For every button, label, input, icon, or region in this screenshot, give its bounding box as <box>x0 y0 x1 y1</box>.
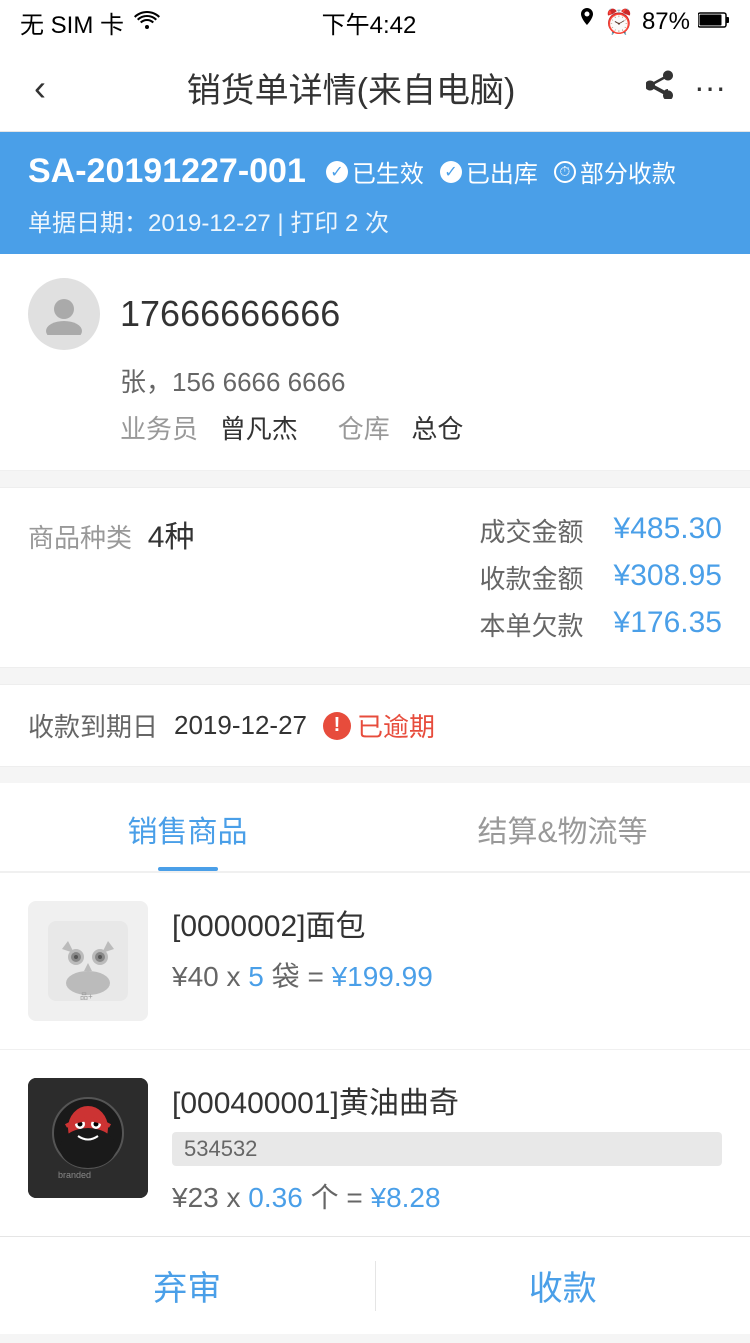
deal-amount: ¥485.30 <box>614 512 722 549</box>
product-2-total: ¥8.28 <box>371 1182 441 1213</box>
warehouse-value: 总仓 <box>411 414 463 444</box>
summary-left: 商品种类 4种 <box>28 512 194 556</box>
carrier-label: 无 SIM 卡 <box>20 5 124 40</box>
debt-amount: ¥176.35 <box>614 606 722 643</box>
products-section: 品+ [0000002]面包 ¥40 x 5 袋 = ¥199.99 <box>0 873 750 1245</box>
product-thumb-2: branded <box>28 1078 148 1198</box>
order-id: SA-20191227-001 <box>28 152 306 191</box>
check-icon: ✓ <box>326 161 348 183</box>
product-2-name: [000400001]黄油曲奇 <box>172 1078 722 1122</box>
type-label: 商品种类 <box>28 523 132 553</box>
status-right: ⏰ 87% <box>578 8 730 37</box>
product-item: 品+ [0000002]面包 ¥40 x 5 袋 = ¥199.99 <box>0 873 750 1050</box>
product-2-price: ¥23 x 0.36 个 = ¥8.28 <box>172 1176 722 1216</box>
product-1-qty: 5 <box>248 961 264 992</box>
payment-label: 收款金额 <box>480 559 584 596</box>
product-1-name: [0000002]面包 <box>172 901 722 945</box>
product-1-total: ¥199.99 <box>332 961 433 992</box>
overdue-icon: ! <box>323 712 351 740</box>
customer-section: 17666666666 张，156 6666 6666 业务员 曾凡杰 仓库 总… <box>0 254 750 471</box>
type-count: 4种 <box>148 512 195 556</box>
customer-info: 张，156 6666 6666 <box>28 362 722 399</box>
tab-sales-products[interactable]: 销售商品 <box>0 783 375 871</box>
tab-settlement-logistics[interactable]: 结算&物流等 <box>375 783 750 871</box>
due-date-section: 收款到期日 2019-12-27 ! 已逾期 <box>0 684 750 767</box>
payment-amount-row: 收款金额 ¥308.95 <box>480 559 722 596</box>
product-1-info: [0000002]面包 ¥40 x 5 袋 = ¥199.99 <box>172 901 722 995</box>
product-2-info: [000400001]黄油曲奇 534532 ¥23 x 0.36 个 = ¥8… <box>172 1078 722 1216</box>
badge-effective: ✓ 已生效 <box>326 154 424 189</box>
summary-section: 商品种类 4种 成交金额 ¥485.30 收款金额 ¥308.95 本单欠款 ¥… <box>0 487 750 668</box>
customer-row: 17666666666 <box>28 278 722 350</box>
order-doc-date: 单据日期：2019-12-27 | 打印 2 次 <box>28 203 722 238</box>
confirm-button[interactable]: 收款 <box>376 1241 750 1330</box>
wifi-icon <box>134 8 160 36</box>
svg-text:branded: branded <box>58 1170 91 1180</box>
back-button[interactable]: ‹ <box>24 57 56 119</box>
order-status-badges: ✓ 已生效 ✓ 已出库 ⏱ 部分收款 <box>326 154 676 189</box>
product-2-sku: 534532 <box>172 1132 722 1166</box>
bottom-bar: 弃审 收款 <box>0 1236 750 1334</box>
page-title: 销货单详情(来自电脑) <box>56 63 646 112</box>
share-icon[interactable] <box>646 69 674 107</box>
cancel-button[interactable]: 弃审 <box>0 1241 375 1330</box>
salesperson-label: 业务员 <box>120 414 198 444</box>
tabs-section: 销售商品 结算&物流等 <box>0 783 750 873</box>
nav-actions: ··· <box>646 69 726 107</box>
salesperson-value: 曾凡杰 <box>220 414 298 444</box>
check-icon-2: ✓ <box>440 161 462 183</box>
due-label: 收款到期日 <box>28 707 158 744</box>
status-time: 下午4:42 <box>322 5 417 40</box>
product-item-2: branded [000400001]黄油曲奇 534532 ¥23 x 0.3… <box>0 1050 750 1245</box>
location-icon <box>578 8 596 37</box>
due-date-value: 2019-12-27 <box>174 710 307 741</box>
status-bar: 无 SIM 卡 下午4:42 ⏰ 87% <box>0 0 750 44</box>
svg-text:品+: 品+ <box>80 992 93 1001</box>
warehouse-label: 仓库 <box>338 414 390 444</box>
customer-meta: 业务员 曾凡杰 仓库 总仓 <box>28 409 722 446</box>
product-1-price: ¥40 x 5 袋 = ¥199.99 <box>172 955 722 995</box>
order-header-banner: SA-20191227-001 ✓ 已生效 ✓ 已出库 ⏱ 部分收款 单据日期：… <box>0 132 750 254</box>
debt-amount-row: 本单欠款 ¥176.35 <box>480 606 722 643</box>
badge-partial-payment: ⏱ 部分收款 <box>554 154 676 189</box>
status-left: 无 SIM 卡 <box>20 5 160 40</box>
product-2-qty: 0.36 <box>248 1182 303 1213</box>
alarm-icon: ⏰ <box>604 8 634 37</box>
nav-bar: ‹ 销货单详情(来自电脑) ··· <box>0 44 750 132</box>
debt-label: 本单欠款 <box>480 606 584 643</box>
product-thumb-1: 品+ <box>28 901 148 1021</box>
overdue-text: 已逾期 <box>357 707 435 744</box>
deal-amount-row: 成交金额 ¥485.30 <box>480 512 722 549</box>
clock-icon: ⏱ <box>554 161 576 183</box>
more-icon[interactable]: ··· <box>694 69 726 106</box>
deal-label: 成交金额 <box>480 512 584 549</box>
battery-icon <box>698 8 730 36</box>
overdue-badge: ! 已逾期 <box>323 707 435 744</box>
battery-label: 87% <box>642 8 690 36</box>
avatar <box>28 278 100 350</box>
payment-amount: ¥308.95 <box>614 559 722 596</box>
summary-grid: 商品种类 4种 成交金额 ¥485.30 收款金额 ¥308.95 本单欠款 ¥… <box>28 512 722 643</box>
summary-right: 成交金额 ¥485.30 收款金额 ¥308.95 本单欠款 ¥176.35 <box>480 512 722 643</box>
customer-name: 17666666666 <box>120 293 340 335</box>
badge-shipped: ✓ 已出库 <box>440 154 538 189</box>
